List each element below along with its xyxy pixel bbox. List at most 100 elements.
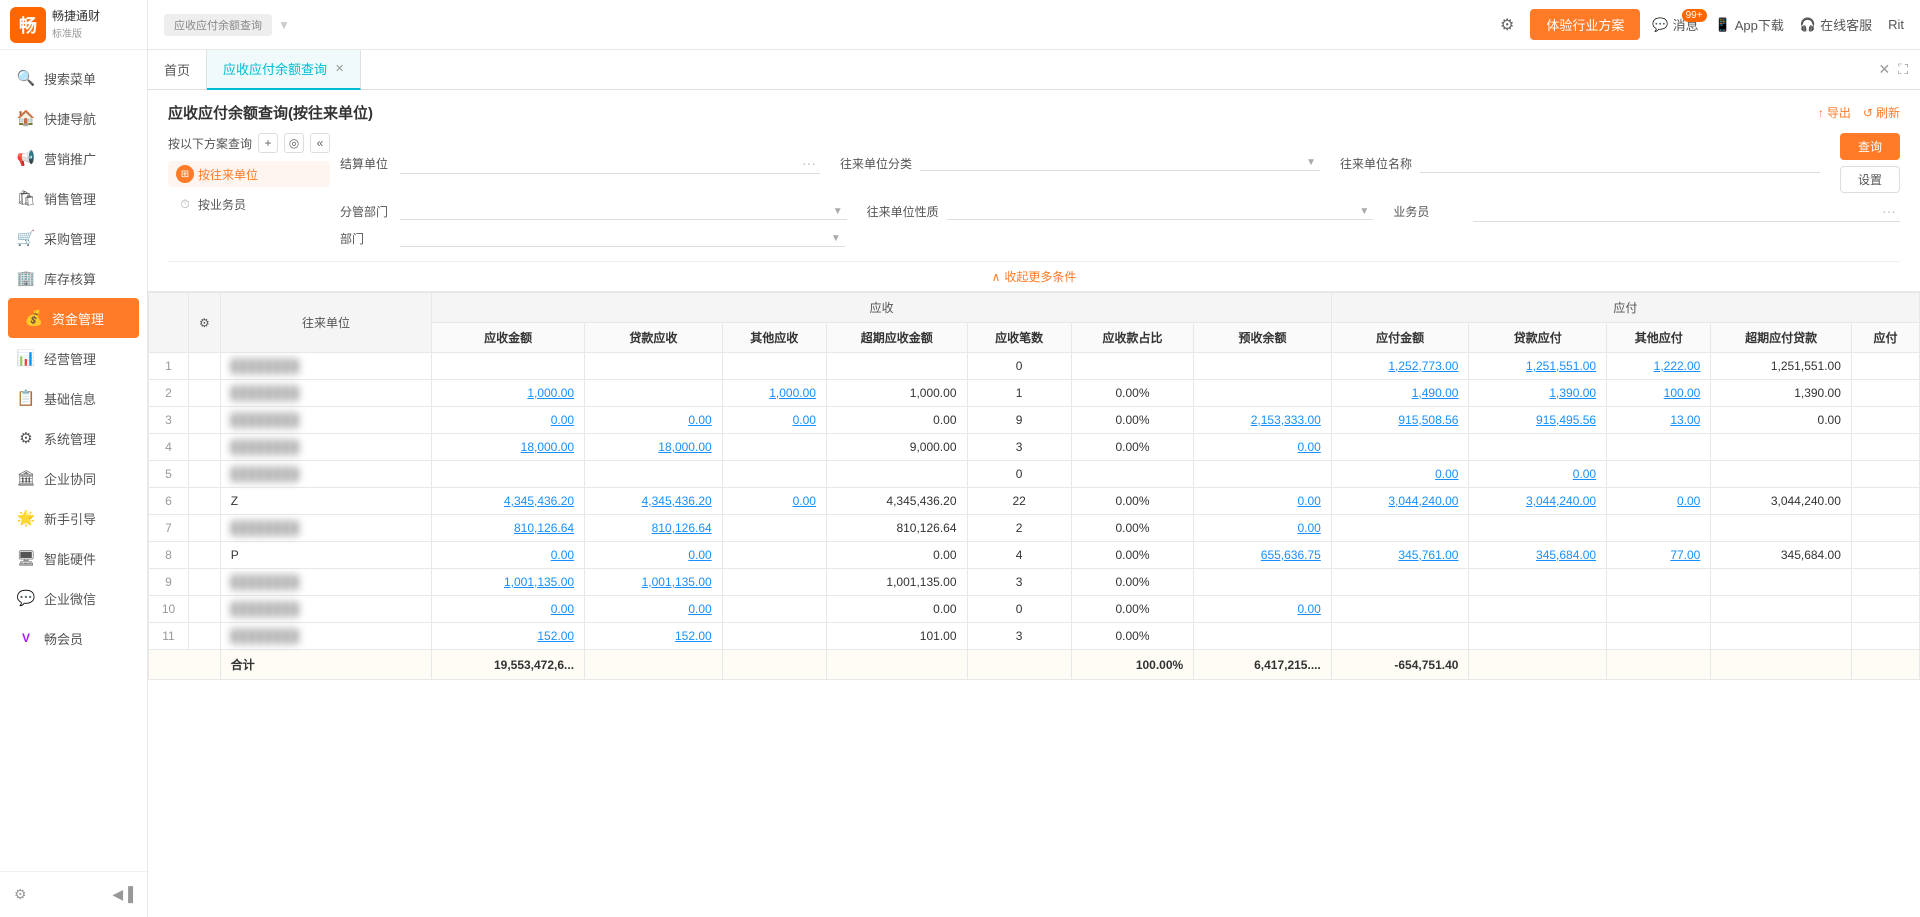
settlement-input[interactable] xyxy=(404,156,802,170)
partner-scheme-label: 按往来单位 xyxy=(198,166,258,183)
footer-label xyxy=(149,650,221,680)
sidebar-item-guide[interactable]: 🌟 新手引导 xyxy=(0,498,147,538)
online-service-button[interactable]: 🎧 在线客服 xyxy=(1800,15,1872,34)
message-badge: 99+ xyxy=(1682,9,1707,22)
cell-overdue-payable: 0.00 xyxy=(1711,407,1852,434)
sidebar-item-purchase[interactable]: 🛒 采购管理 xyxy=(0,218,147,258)
cell-receivable-count: 22 xyxy=(967,488,1071,515)
sidebar-item-operations[interactable]: 📊 经营管理 xyxy=(0,338,147,378)
footer-advance-balance: 6,417,215.... xyxy=(1194,650,1332,680)
cell-settings xyxy=(189,380,221,407)
col-other-payable: 其他应付 xyxy=(1607,323,1711,353)
collapse-scheme-btn[interactable]: « xyxy=(310,133,330,153)
filter-row-1: 结算单位 ··· 往来单位分类 ▼ xyxy=(340,133,1900,193)
col-settings[interactable]: ⚙ xyxy=(189,293,221,353)
footer-other-receivable xyxy=(722,650,826,680)
cell-partner: ████████ xyxy=(220,515,432,542)
filter-partner-name: 往来单位名称 xyxy=(1340,133,1820,193)
sidebar-item-label: 库存核算 xyxy=(44,269,96,288)
settlement-dots-icon[interactable]: ··· xyxy=(802,155,816,171)
export-button[interactable]: ↑ 导出 xyxy=(1818,104,1851,121)
gear-icon[interactable]: ⚙ xyxy=(1500,15,1514,35)
message-button[interactable]: 💬 消息 99+ xyxy=(1652,15,1698,34)
cell-loan-receivable xyxy=(585,461,723,488)
window-expand-icon[interactable]: ⛶ xyxy=(1898,61,1908,78)
settings-button[interactable]: 设置 xyxy=(1840,166,1900,193)
cell-num: 6 xyxy=(149,488,189,515)
main-content: 应收应付余额查询 ▼ ⚙ 体验行业方案 💬 消息 99+ 📱 App下载 🎧 xyxy=(148,0,1920,917)
sidebar-item-quicknav[interactable]: 🏠 快捷导航 xyxy=(0,98,147,138)
query-button[interactable]: 查询 xyxy=(1840,133,1900,160)
partner-name-input[interactable] xyxy=(1424,156,1816,170)
data-table: ⚙ 往来单位 应收 应付 应收金额 贷款应收 其他应收 超期应收金额 应收笔数 … xyxy=(148,292,1920,680)
cell-settings xyxy=(189,461,221,488)
cell-partner: ████████ xyxy=(220,569,432,596)
search-icon: 🔍 xyxy=(16,68,36,88)
cell-loan-receivable xyxy=(585,380,723,407)
department-select[interactable]: ▼ xyxy=(400,231,845,247)
cell-other-payable xyxy=(1607,596,1711,623)
scheme-icon: ⊞ xyxy=(176,165,194,183)
filter-settlement: 结算单位 ··· xyxy=(340,133,820,193)
sidebar-item-basic[interactable]: 📋 基础信息 xyxy=(0,378,147,418)
tab-receivable[interactable]: 应收应付余额查询 ✕ xyxy=(207,50,361,90)
filter-partner-category: 往来单位分类 ▼ xyxy=(840,133,1320,193)
dept-chevron-icon: ▼ xyxy=(833,206,843,217)
cell-settings xyxy=(189,353,221,380)
salesman-input[interactable] xyxy=(1477,204,1882,218)
filter-partner-nature: 往来单位性质 ▼ xyxy=(867,201,1374,222)
home-icon: 🏠 xyxy=(16,108,36,128)
refresh-button[interactable]: ↺ 刷新 xyxy=(1863,104,1900,121)
cell-advance-balance: 0.00 xyxy=(1194,488,1332,515)
sidebar-item-enterprise[interactable]: 🏛 企业协同 xyxy=(0,458,147,498)
sidebar-settings-btn[interactable]: ⚙ xyxy=(10,882,31,907)
cell-receivable-ratio: 0.00% xyxy=(1071,380,1193,407)
collapse-more-btn[interactable]: ∧ 收起更多条件 xyxy=(168,261,1900,291)
partner-scheme-btn[interactable]: ⊞ 按往来单位 xyxy=(168,161,330,187)
sidebar-item-inventory[interactable]: 🏢 库存核算 xyxy=(0,258,147,298)
cell-settings xyxy=(189,488,221,515)
cell-overdue-receivable: 4,345,436.20 xyxy=(826,488,967,515)
cell-payable2 xyxy=(1851,407,1919,434)
settings-scheme-btn[interactable]: ◎ xyxy=(284,133,304,153)
cell-overdue-receivable: 1,000.00 xyxy=(826,380,967,407)
sales-icon: 🛍 xyxy=(16,188,36,208)
tab-close-icon[interactable]: ✕ xyxy=(335,62,344,75)
partner-category-label: 往来单位分类 xyxy=(840,155,920,172)
cell-receivable-count: 0 xyxy=(967,461,1071,488)
sidebar-item-finance[interactable]: 💰 资金管理 xyxy=(8,298,139,338)
guide-icon: 🌟 xyxy=(16,508,36,528)
partner-category-select[interactable]: ▼ xyxy=(920,155,1320,171)
cell-partner: ████████ xyxy=(220,623,432,650)
col-receivable-ratio: 应收款占比 xyxy=(1071,323,1193,353)
solution-button[interactable]: 体验行业方案 xyxy=(1530,9,1640,40)
cell-other-receivable xyxy=(722,461,826,488)
sidebar-item-hardware[interactable]: 🖥 智能硬件 xyxy=(0,538,147,578)
sidebar-item-wechat[interactable]: 💬 企业微信 xyxy=(0,578,147,618)
cell-loan-payable: 345,684.00 xyxy=(1469,542,1607,569)
col-partner: 往来单位 xyxy=(220,293,432,353)
cell-payable2 xyxy=(1851,488,1919,515)
salesman-dots-icon[interactable]: ··· xyxy=(1882,203,1896,219)
filter-department: 部门 ▼ xyxy=(340,230,845,247)
sidebar-item-sales[interactable]: 🛍 销售管理 xyxy=(0,178,147,218)
table-row: 8 P 0.00 0.00 0.00 4 0.00% 655,636.75 34… xyxy=(149,542,1920,569)
col-payable-group: 应付 xyxy=(1331,293,1919,323)
cell-receivable-ratio: 0.00% xyxy=(1071,488,1193,515)
sidebar-item-member[interactable]: V 畅会员 xyxy=(0,618,147,658)
sidebar-collapse-btn[interactable]: ◀▐ xyxy=(108,882,137,907)
dept-select[interactable]: ▼ xyxy=(400,204,847,220)
sidebar-item-marketing[interactable]: 📢 营销推广 xyxy=(0,138,147,178)
app-download-button[interactable]: 📱 App下载 xyxy=(1715,15,1784,34)
window-close-icon[interactable]: ✕ xyxy=(1878,61,1890,78)
user-name[interactable]: Rit xyxy=(1888,17,1904,32)
add-scheme-btn[interactable]: + xyxy=(258,133,278,153)
salesman-scheme-btn[interactable]: ⏱ 按业务员 xyxy=(168,191,330,217)
sidebar-item-search[interactable]: 🔍 搜索菜单 xyxy=(0,58,147,98)
export-icon: ↑ xyxy=(1818,106,1824,120)
sidebar-item-system[interactable]: ⚙ 系统管理 xyxy=(0,418,147,458)
tab-home[interactable]: 首页 xyxy=(148,50,207,90)
partner-nature-select[interactable]: ▼ xyxy=(947,204,1374,220)
service-icon: 🎧 xyxy=(1800,17,1816,33)
cell-payable2 xyxy=(1851,353,1919,380)
